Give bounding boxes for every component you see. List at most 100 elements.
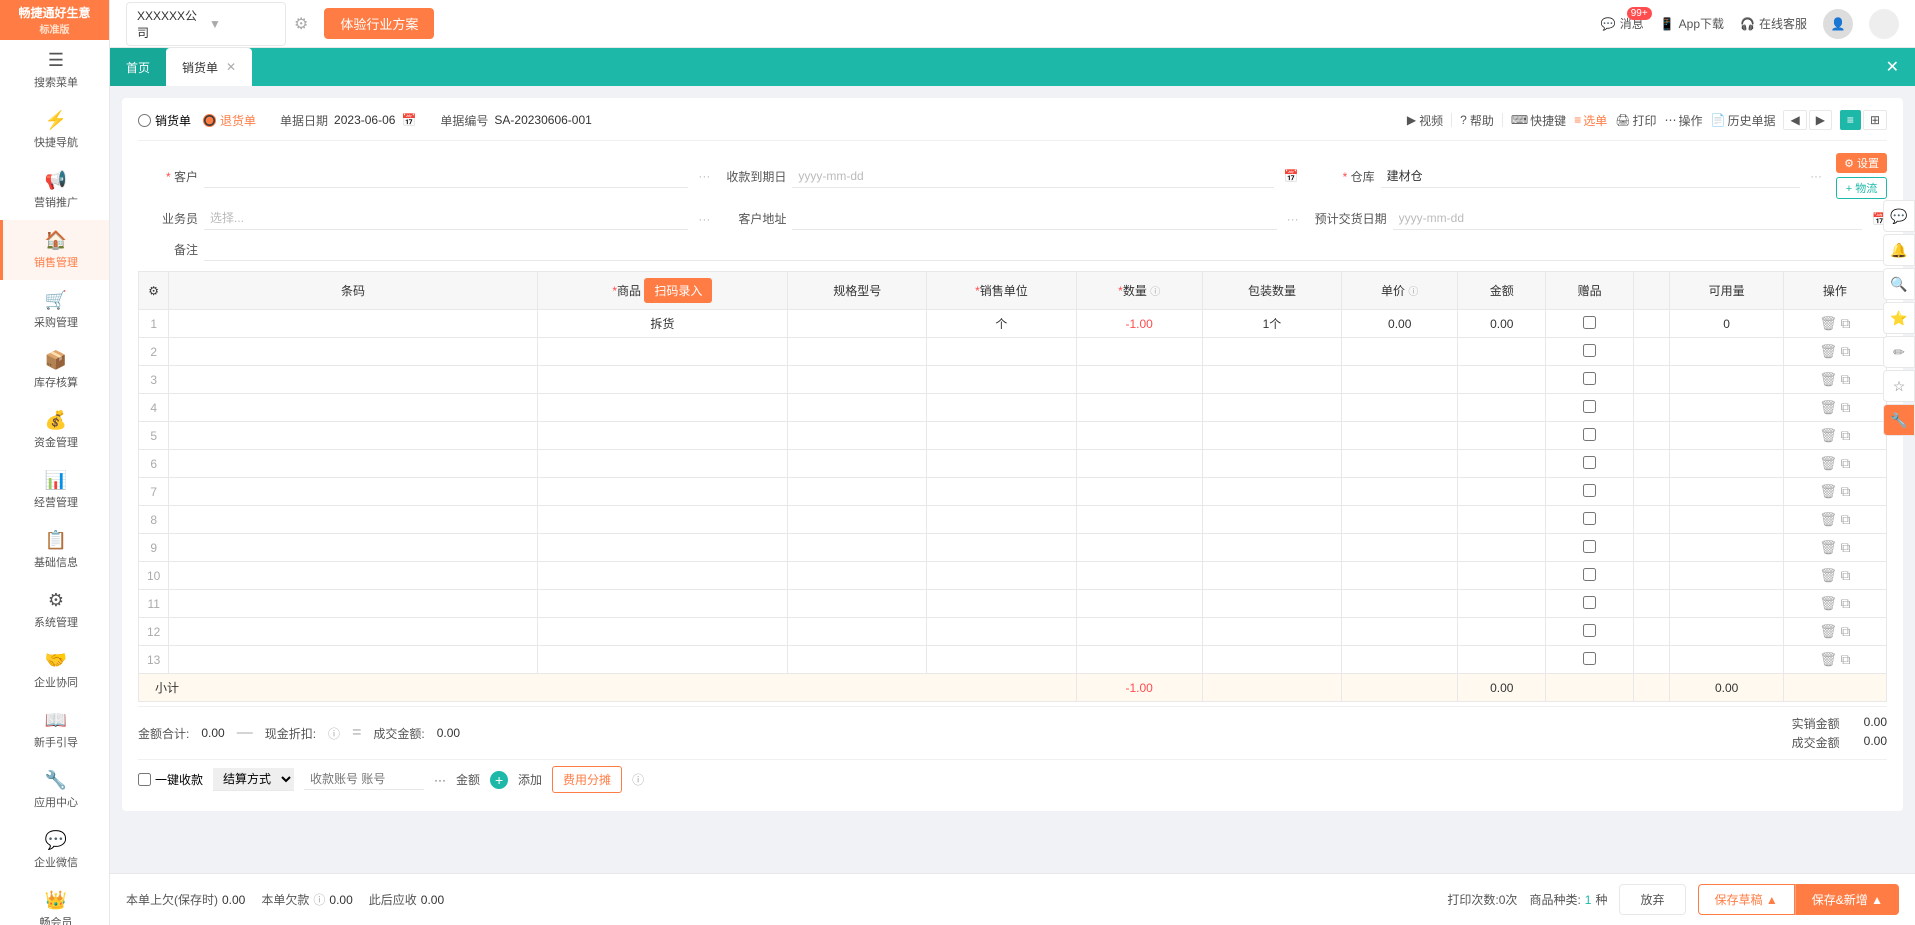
row-product[interactable] bbox=[537, 534, 788, 562]
row-price[interactable] bbox=[1342, 590, 1458, 618]
sidebar-item-inventory[interactable]: 📦 库存核算 bbox=[0, 340, 109, 400]
salesperson-more-icon[interactable]: ··· bbox=[698, 212, 710, 226]
row-barcode[interactable] bbox=[169, 562, 537, 590]
row-spec[interactable] bbox=[788, 366, 927, 394]
row-product[interactable] bbox=[537, 506, 788, 534]
sidebar-item-operations[interactable]: 📊 经营管理 bbox=[0, 460, 109, 520]
tab-sales-order[interactable]: 销货单 ✕ bbox=[166, 48, 252, 86]
row-product[interactable]: 拆货 bbox=[537, 310, 788, 338]
row-price[interactable]: 0.00 bbox=[1342, 310, 1458, 338]
settings-btn[interactable]: ⚙ 设置 bbox=[1836, 153, 1887, 173]
fee-help-icon[interactable]: ⓘ bbox=[632, 771, 644, 788]
radio-sales-order[interactable]: 销货单 bbox=[138, 112, 191, 129]
row-qty[interactable] bbox=[1076, 618, 1202, 646]
delete-row-btn[interactable]: 🗑 bbox=[1819, 399, 1837, 416]
sidebar-item-marketing[interactable]: 📢 营销推广 bbox=[0, 160, 109, 220]
video-link[interactable]: ▶ 视频 bbox=[1407, 112, 1443, 129]
row-product[interactable] bbox=[537, 366, 788, 394]
delete-row-btn[interactable]: 🗑 bbox=[1819, 511, 1837, 528]
copy-row-btn[interactable]: ⧉ bbox=[1841, 427, 1851, 444]
right-panel-search-btn[interactable]: 🔍 bbox=[1883, 268, 1915, 300]
copy-row-btn[interactable]: ⧉ bbox=[1841, 539, 1851, 556]
row-qty[interactable] bbox=[1076, 478, 1202, 506]
right-panel-bell-btn[interactable]: 🔔 bbox=[1883, 234, 1915, 266]
row-product[interactable] bbox=[537, 450, 788, 478]
row-spec[interactable] bbox=[788, 506, 927, 534]
owed-help-icon[interactable]: ⓘ bbox=[313, 891, 325, 908]
sidebar-item-basics[interactable]: 📋 基础信息 bbox=[0, 520, 109, 580]
row-qty[interactable] bbox=[1076, 338, 1202, 366]
calendar-icon[interactable]: 📅 bbox=[401, 113, 416, 127]
logistics-btn[interactable]: + 物流 bbox=[1836, 177, 1887, 199]
payment-due-input[interactable] bbox=[792, 165, 1273, 188]
row-product[interactable] bbox=[537, 478, 788, 506]
row-barcode[interactable] bbox=[169, 422, 537, 450]
row-barcode[interactable] bbox=[169, 646, 537, 674]
sidebar-item-guide[interactable]: 📖 新手引导 bbox=[0, 700, 109, 760]
customer-input[interactable] bbox=[204, 165, 688, 188]
right-panel-fav-btn[interactable]: ☆ bbox=[1883, 370, 1915, 402]
copy-row-btn[interactable]: ⧉ bbox=[1841, 567, 1851, 584]
row-gift[interactable] bbox=[1546, 590, 1634, 618]
row-product[interactable] bbox=[537, 422, 788, 450]
sidebar-item-finance[interactable]: 💰 资金管理 bbox=[0, 400, 109, 460]
sidebar-item-purchase[interactable]: 🛒 采购管理 bbox=[0, 280, 109, 340]
message-badge[interactable]: 💬 消息 99+ bbox=[1601, 15, 1644, 32]
address-more-icon[interactable]: ··· bbox=[1287, 212, 1299, 226]
row-qty[interactable] bbox=[1076, 646, 1202, 674]
row-price[interactable] bbox=[1342, 366, 1458, 394]
next-btn[interactable]: ▶ bbox=[1809, 110, 1832, 130]
row-barcode[interactable] bbox=[169, 506, 537, 534]
row-barcode[interactable] bbox=[169, 310, 537, 338]
row-gift[interactable] bbox=[1546, 478, 1634, 506]
remark-input[interactable] bbox=[204, 238, 1887, 261]
operate-btn[interactable]: ⋯ 操作 bbox=[1664, 112, 1702, 129]
row-price[interactable] bbox=[1342, 478, 1458, 506]
delete-row-btn[interactable]: 🗑 bbox=[1819, 595, 1837, 612]
row-spec[interactable] bbox=[788, 338, 927, 366]
row-qty[interactable] bbox=[1076, 506, 1202, 534]
row-gift[interactable] bbox=[1546, 450, 1634, 478]
warehouse-input[interactable] bbox=[1381, 165, 1800, 188]
abandon-button[interactable]: 放弃 bbox=[1619, 884, 1685, 915]
sidebar-item-search[interactable]: ☰ 搜索菜单 bbox=[0, 40, 109, 100]
row-price[interactable] bbox=[1342, 618, 1458, 646]
select-btn[interactable]: ≡ 选单 bbox=[1574, 112, 1607, 129]
row-qty[interactable] bbox=[1076, 394, 1202, 422]
account-input[interactable] bbox=[304, 769, 424, 790]
row-price[interactable] bbox=[1342, 394, 1458, 422]
sidebar-item-vip[interactable]: 👑 畅会员 bbox=[0, 880, 109, 925]
delete-row-btn[interactable]: 🗑 bbox=[1819, 483, 1837, 500]
row-price[interactable] bbox=[1342, 506, 1458, 534]
delete-row-btn[interactable]: 🗑 bbox=[1819, 427, 1837, 444]
copy-row-btn[interactable]: ⧉ bbox=[1841, 511, 1851, 528]
row-product[interactable] bbox=[537, 590, 788, 618]
list-view-btn[interactable]: ≡ bbox=[1840, 110, 1861, 130]
one-click-checkbox[interactable] bbox=[138, 773, 151, 786]
row-gift[interactable] bbox=[1546, 366, 1634, 394]
row-barcode[interactable] bbox=[169, 590, 537, 618]
row-spec[interactable] bbox=[788, 450, 927, 478]
delete-row-btn[interactable]: 🗑 bbox=[1819, 371, 1837, 388]
row-gift[interactable] bbox=[1546, 534, 1634, 562]
copy-row-btn[interactable]: ⧉ bbox=[1841, 623, 1851, 640]
row-price[interactable] bbox=[1342, 450, 1458, 478]
row-qty[interactable] bbox=[1076, 450, 1202, 478]
row-barcode[interactable] bbox=[169, 618, 537, 646]
row-spec[interactable] bbox=[788, 422, 927, 450]
tab-home[interactable]: 首页 bbox=[110, 48, 166, 86]
row-spec[interactable] bbox=[788, 478, 927, 506]
scan-btn[interactable]: 扫码录入 bbox=[644, 278, 712, 303]
company-selector[interactable]: XXXXXX公司 ▼ bbox=[126, 2, 286, 46]
save-new-button[interactable]: 保存&新增 ▲ bbox=[1795, 884, 1899, 915]
settings-icon[interactable]: ⚙ bbox=[294, 14, 308, 34]
copy-row-btn[interactable]: ⧉ bbox=[1841, 399, 1851, 416]
col-config[interactable]: ⚙ bbox=[139, 272, 169, 310]
row-spec[interactable] bbox=[788, 394, 927, 422]
row-spec[interactable] bbox=[788, 534, 927, 562]
row-barcode[interactable] bbox=[169, 450, 537, 478]
right-panel-star-btn[interactable]: ⭐ bbox=[1883, 302, 1915, 334]
row-product[interactable] bbox=[537, 646, 788, 674]
row-product[interactable] bbox=[537, 338, 788, 366]
copy-row-btn[interactable]: ⧉ bbox=[1841, 595, 1851, 612]
